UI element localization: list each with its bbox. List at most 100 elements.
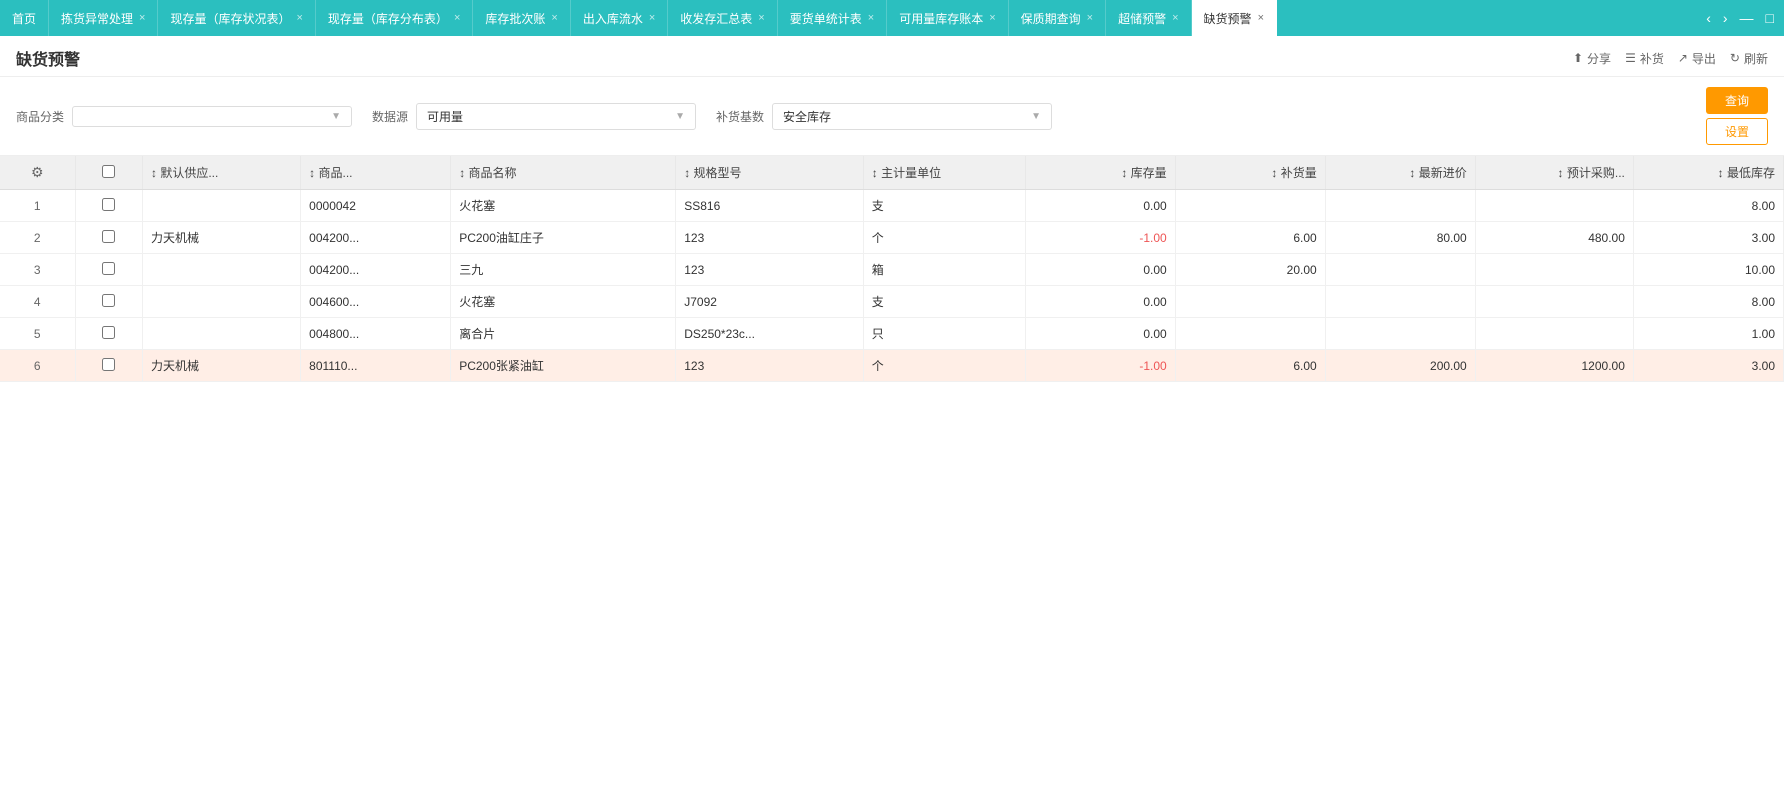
- tab-flow[interactable]: 出入库流水 ×: [571, 0, 668, 36]
- tab-maximize-btn[interactable]: □: [1760, 8, 1780, 28]
- tab-expiry[interactable]: 保质期查询 ×: [1009, 0, 1106, 36]
- cell-spec: 123: [676, 254, 864, 286]
- close-tab-shortage[interactable]: ×: [1258, 12, 1264, 24]
- replenish-action[interactable]: ☰ 补货: [1625, 50, 1664, 67]
- th-expected-purchase[interactable]: ↕ 预计采购...: [1475, 156, 1633, 190]
- row-checkbox[interactable]: [102, 198, 115, 211]
- table-row: 6 力天机械 801110... PC200张紧油缸 123 个 -1.00 6…: [0, 350, 1784, 382]
- settings-gear-icon[interactable]: ⚙: [31, 164, 44, 180]
- close-tab-order-stat[interactable]: ×: [868, 12, 874, 24]
- cell-unit: 箱: [863, 254, 1025, 286]
- cell-spec: J7092: [676, 286, 864, 318]
- tab-batch-account[interactable]: 库存批次账 ×: [473, 0, 570, 36]
- datasource-value: 可用量: [427, 108, 463, 125]
- cell-checkbox[interactable]: [75, 190, 143, 222]
- tab-inventory-status[interactable]: 现存量（库存状况表） ×: [158, 0, 315, 36]
- tab-exception[interactable]: 拣货异常处理 ×: [49, 0, 158, 36]
- replenish-icon: ☰: [1625, 51, 1636, 65]
- cell-replenish: 6.00: [1175, 350, 1325, 382]
- tab-minimize-btn[interactable]: —: [1734, 8, 1760, 28]
- row-checkbox[interactable]: [102, 230, 115, 243]
- th-replenish-label: ↕ 补货量: [1271, 166, 1316, 180]
- category-select[interactable]: ▼: [72, 106, 352, 127]
- cell-checkbox[interactable]: [75, 286, 143, 318]
- header-actions: ⬆ 分享 ☰ 补货 ↗ 导出 ↻ 刷新: [1573, 50, 1768, 67]
- cell-code: 004600...: [301, 286, 451, 318]
- row-checkbox[interactable]: [102, 358, 115, 371]
- row-checkbox[interactable]: [102, 262, 115, 275]
- close-tab-batch-account[interactable]: ×: [551, 12, 557, 24]
- cell-unit: 只: [863, 318, 1025, 350]
- cell-index: 1: [0, 190, 75, 222]
- close-tab-exception[interactable]: ×: [139, 12, 145, 24]
- th-code-label: ↕ 商品...: [309, 166, 352, 180]
- cell-checkbox[interactable]: [75, 350, 143, 382]
- cell-checkbox[interactable]: [75, 254, 143, 286]
- cell-expected-purchase: [1475, 254, 1633, 286]
- close-tab-receive-summary[interactable]: ×: [758, 12, 764, 24]
- cell-expected-purchase: 480.00: [1475, 222, 1633, 254]
- th-min-stock[interactable]: ↕ 最低库存: [1633, 156, 1783, 190]
- cell-latest-price: [1325, 318, 1475, 350]
- data-table-container: ⚙ ↕ 默认供应... ↕ 商品... ↕ 商品名称 ↕: [0, 156, 1784, 382]
- query-button[interactable]: 查询: [1706, 87, 1768, 114]
- replenish-select[interactable]: 安全库存 ▼: [772, 103, 1052, 130]
- tab-overstock[interactable]: 超储预警 ×: [1106, 0, 1191, 36]
- settings-button[interactable]: 设置: [1706, 118, 1768, 145]
- cell-replenish: [1175, 318, 1325, 350]
- cell-supplier: [143, 286, 301, 318]
- close-tab-available-ledger[interactable]: ×: [989, 12, 995, 24]
- table-row: 1 0000042 火花塞 SS816 支 0.00 8.00: [0, 190, 1784, 222]
- th-latest-price[interactable]: ↕ 最新进价: [1325, 156, 1475, 190]
- th-expected-purchase-label: ↕ 预计采购...: [1558, 166, 1625, 180]
- datasource-label: 数据源: [372, 108, 408, 125]
- replenish-filter-group: 补货基数 安全库存 ▼: [716, 103, 1052, 130]
- share-action[interactable]: ⬆ 分享: [1573, 50, 1611, 67]
- th-unit[interactable]: ↕ 主计量单位: [863, 156, 1025, 190]
- cell-replenish: 20.00: [1175, 254, 1325, 286]
- th-replenish[interactable]: ↕ 补货量: [1175, 156, 1325, 190]
- th-supplier-label: ↕ 默认供应...: [151, 166, 218, 180]
- row-checkbox[interactable]: [102, 294, 115, 307]
- page-header: 缺货预警 ⬆ 分享 ☰ 补货 ↗ 导出 ↻ 刷新: [0, 36, 1784, 77]
- th-supplier[interactable]: ↕ 默认供应...: [143, 156, 301, 190]
- cell-checkbox[interactable]: [75, 222, 143, 254]
- tab-order-stat[interactable]: 要货单统计表 ×: [778, 0, 887, 36]
- category-arrow-icon: ▼: [331, 111, 341, 122]
- export-action[interactable]: ↗ 导出: [1678, 50, 1716, 67]
- close-tab-flow[interactable]: ×: [649, 12, 655, 24]
- cell-unit: 个: [863, 222, 1025, 254]
- cell-code: 801110...: [301, 350, 451, 382]
- th-stock[interactable]: ↕ 库存量: [1025, 156, 1175, 190]
- replenish-label: 补货基数: [716, 108, 764, 125]
- row-checkbox[interactable]: [102, 326, 115, 339]
- tab-home[interactable]: 首页: [0, 0, 49, 36]
- tab-inventory-dist[interactable]: 现存量（库存分布表） ×: [316, 0, 473, 36]
- th-spec[interactable]: ↕ 规格型号: [676, 156, 864, 190]
- cell-stock: -1.00: [1025, 222, 1175, 254]
- tab-next-btn[interactable]: ›: [1717, 8, 1734, 28]
- cell-checkbox[interactable]: [75, 318, 143, 350]
- cell-min-stock: 8.00: [1633, 286, 1783, 318]
- cell-stock: -1.00: [1025, 350, 1175, 382]
- datasource-select[interactable]: 可用量 ▼: [416, 103, 696, 130]
- th-checkbox[interactable]: [75, 156, 143, 190]
- cell-latest-price: 200.00: [1325, 350, 1475, 382]
- close-tab-inventory-dist[interactable]: ×: [454, 12, 460, 24]
- th-code[interactable]: ↕ 商品...: [301, 156, 451, 190]
- cell-spec: DS250*23c...: [676, 318, 864, 350]
- close-tab-expiry[interactable]: ×: [1087, 12, 1093, 24]
- th-settings[interactable]: ⚙: [0, 156, 75, 190]
- cell-supplier: [143, 254, 301, 286]
- tab-receive-summary[interactable]: 收发存汇总表 ×: [668, 0, 777, 36]
- cell-code: 0000042: [301, 190, 451, 222]
- tab-prev-btn[interactable]: ‹: [1700, 8, 1717, 28]
- th-name[interactable]: ↕ 商品名称: [451, 156, 676, 190]
- tab-shortage[interactable]: 缺货预警 ×: [1192, 0, 1277, 36]
- close-tab-inventory-status[interactable]: ×: [296, 12, 302, 24]
- refresh-action[interactable]: ↻ 刷新: [1730, 50, 1768, 67]
- cell-name: PC200油缸庄子: [451, 222, 676, 254]
- select-all-checkbox[interactable]: [102, 165, 115, 178]
- tab-available-ledger[interactable]: 可用量库存账本 ×: [887, 0, 1008, 36]
- close-tab-overstock[interactable]: ×: [1172, 12, 1178, 24]
